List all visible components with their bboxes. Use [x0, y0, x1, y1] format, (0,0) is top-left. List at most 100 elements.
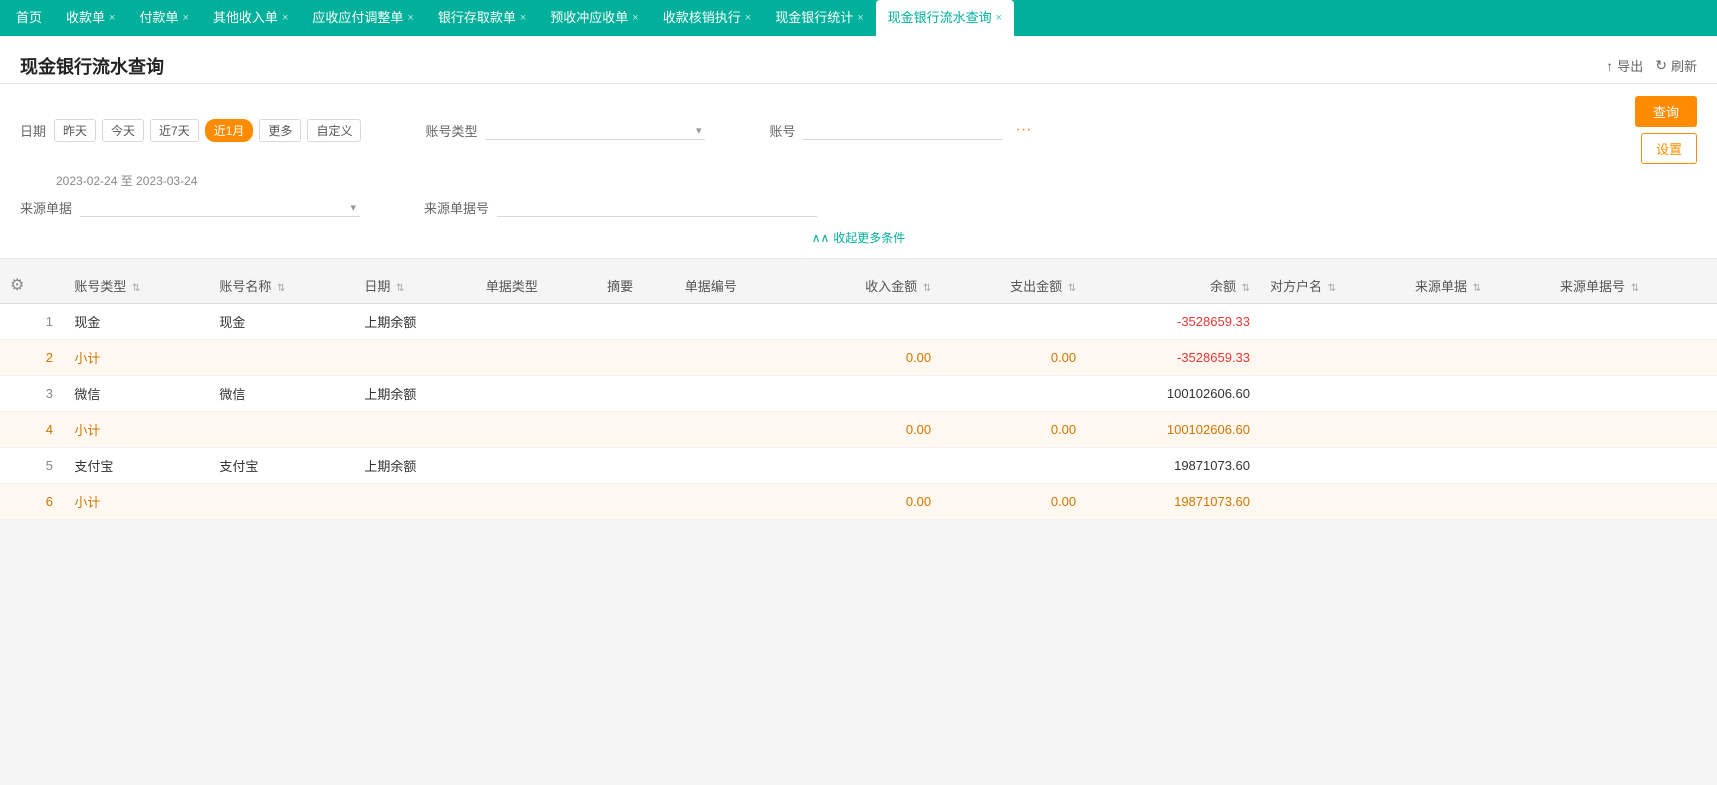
- btn-group: 查询 设置: [1635, 96, 1697, 164]
- source-doc-num-input[interactable]: [497, 197, 817, 217]
- date-btn-1month[interactable]: 近1月: [205, 119, 254, 142]
- nav-cash-stats[interactable]: 现金银行统计 ×: [763, 0, 875, 36]
- row-balance: -3528659.33: [1086, 304, 1260, 340]
- account-input[interactable]: [803, 120, 1003, 140]
- page-title: 现金银行流水查询: [20, 53, 164, 79]
- nav-close-fukuan[interactable]: ×: [182, 0, 188, 36]
- row-income: 0.00: [796, 484, 941, 520]
- row-doc-num: [675, 412, 796, 448]
- row-date: [354, 412, 475, 448]
- main-table: ⚙ 账号类型 ⇅ 账号名称 ⇅ 日期 ⇅ 单据类型: [0, 267, 1717, 520]
- col-counterpart[interactable]: 对方户名 ⇅: [1260, 267, 1405, 304]
- row-source-doc-num: [1550, 340, 1717, 376]
- col-account-name[interactable]: 账号名称 ⇅: [209, 267, 354, 304]
- row-account-type: 支付宝: [64, 448, 209, 484]
- account-type-filter-group: 账号类型 ▾: [425, 120, 705, 140]
- row-source-doc: [1405, 340, 1550, 376]
- source-doc-label: 来源单据: [20, 198, 72, 217]
- row-date: 上期余额: [354, 376, 475, 412]
- nav-close-cash-flow[interactable]: ×: [996, 0, 1002, 36]
- nav-fukuan[interactable]: 付款单 ×: [127, 0, 200, 36]
- nav-close-shoukuan[interactable]: ×: [109, 0, 115, 36]
- col-source-doc-num[interactable]: 来源单据号 ⇅: [1550, 267, 1717, 304]
- nav-shoukuan[interactable]: 收款单 ×: [54, 0, 127, 36]
- nav-verify[interactable]: 收款核销执行 ×: [651, 0, 763, 36]
- row-counterpart: [1260, 340, 1405, 376]
- table-header: ⚙ 账号类型 ⇅ 账号名称 ⇅ 日期 ⇅ 单据类型: [0, 267, 1717, 304]
- row-income: 0.00: [796, 340, 941, 376]
- sort-counterpart-icon: ⇅: [1328, 283, 1336, 294]
- col-expense[interactable]: 支出金额 ⇅: [941, 267, 1086, 304]
- col-summary: 摘要: [597, 267, 675, 304]
- row-gear-cell: [0, 484, 34, 520]
- nav-bank-deposit[interactable]: 银行存取款单 ×: [426, 0, 538, 36]
- filter-row-2: 来源单据 ▾ 来源单据号: [20, 197, 1697, 217]
- refresh-link[interactable]: ↻ 刷新: [1655, 56, 1697, 75]
- date-btn-more[interactable]: 更多: [259, 119, 301, 142]
- row-source-doc-num: [1550, 448, 1717, 484]
- settings-button[interactable]: 设置: [1641, 133, 1697, 164]
- row-account-name: [209, 484, 354, 520]
- row-expense: [941, 448, 1086, 484]
- collapse-bar[interactable]: ∧∧ 收起更多条件: [20, 225, 1697, 246]
- row-gear-cell: [0, 448, 34, 484]
- nav-other-income[interactable]: 其他收入单 ×: [201, 0, 300, 36]
- nav-cash-flow[interactable]: 现金银行流水查询 ×: [876, 0, 1014, 36]
- account-type-select-wrapper: ▾: [485, 120, 705, 140]
- nav-advance[interactable]: 预收冲应收单 ×: [538, 0, 650, 36]
- account-dots-btn[interactable]: ···: [1011, 121, 1035, 139]
- nav-close-advance[interactable]: ×: [632, 0, 638, 36]
- col-source-doc[interactable]: 来源单据 ⇅: [1405, 267, 1550, 304]
- col-account-type[interactable]: 账号类型 ⇅: [64, 267, 209, 304]
- table-gear-icon[interactable]: ⚙: [10, 277, 24, 294]
- sort-source-doc-icon: ⇅: [1473, 283, 1481, 294]
- table-body: 1现金现金上期余额-3528659.332小计0.000.00-3528659.…: [0, 304, 1717, 520]
- nav-home[interactable]: 首页: [4, 0, 54, 36]
- col-income[interactable]: 收入金额 ⇅: [796, 267, 941, 304]
- nav-close-adjust[interactable]: ×: [407, 0, 413, 36]
- account-type-label: 账号类型: [425, 121, 477, 140]
- export-link[interactable]: ↑ 导出: [1606, 56, 1643, 75]
- date-btn-yesterday[interactable]: 昨天: [54, 119, 96, 142]
- row-account-type: 小计: [64, 340, 209, 376]
- date-btn-custom[interactable]: 自定义: [307, 119, 361, 142]
- row-account-type: 现金: [64, 304, 209, 340]
- date-range-text: 2023-02-24 至 2023-03-24: [56, 174, 197, 188]
- row-balance: 19871073.60: [1086, 484, 1260, 520]
- query-button[interactable]: 查询: [1635, 96, 1697, 127]
- export-icon: ↑: [1606, 58, 1613, 74]
- account-label: 账号: [769, 121, 795, 140]
- source-doc-select[interactable]: [80, 197, 360, 217]
- row-counterpart: [1260, 448, 1405, 484]
- row-expense: 0.00: [941, 484, 1086, 520]
- date-btn-7days[interactable]: 近7天: [150, 119, 199, 142]
- col-balance[interactable]: 余额 ⇅: [1086, 267, 1260, 304]
- date-filter-group: 日期 昨天 今天 近7天 近1月 更多 自定义: [20, 119, 361, 142]
- date-btn-today[interactable]: 今天: [102, 119, 144, 142]
- col-date[interactable]: 日期 ⇅: [354, 267, 475, 304]
- row-doc-num: [675, 484, 796, 520]
- sort-date-icon: ⇅: [396, 283, 404, 294]
- source-doc-filter-group: 来源单据 ▾: [20, 197, 360, 217]
- row-number: 4: [34, 412, 64, 448]
- nav-close-bank-deposit[interactable]: ×: [520, 0, 526, 36]
- top-nav: 首页 收款单 × 付款单 × 其他收入单 × 应收应付调整单 × 银行存取款单 …: [0, 0, 1717, 36]
- row-doc-num: [675, 448, 796, 484]
- account-type-select[interactable]: [485, 120, 705, 140]
- table-row: 3微信微信上期余额100102606.60: [0, 376, 1717, 412]
- source-doc-num-label: 来源单据号: [424, 198, 489, 217]
- row-gear-cell: [0, 412, 34, 448]
- nav-close-verify[interactable]: ×: [745, 0, 751, 36]
- nav-adjust[interactable]: 应收应付调整单 ×: [300, 0, 425, 36]
- nav-close-cash-stats[interactable]: ×: [857, 0, 863, 36]
- row-account-type: 微信: [64, 376, 209, 412]
- date-range-display: 2023-02-24 至 2023-03-24: [56, 172, 1697, 189]
- page-actions: ↑ 导出 ↻ 刷新: [1606, 56, 1697, 75]
- row-summary: [597, 304, 675, 340]
- date-label: 日期: [20, 121, 46, 140]
- row-balance: 19871073.60: [1086, 448, 1260, 484]
- nav-close-other-income[interactable]: ×: [282, 0, 288, 36]
- row-income: 0.00: [796, 412, 941, 448]
- row-doc-type: [476, 340, 597, 376]
- row-doc-num: [675, 340, 796, 376]
